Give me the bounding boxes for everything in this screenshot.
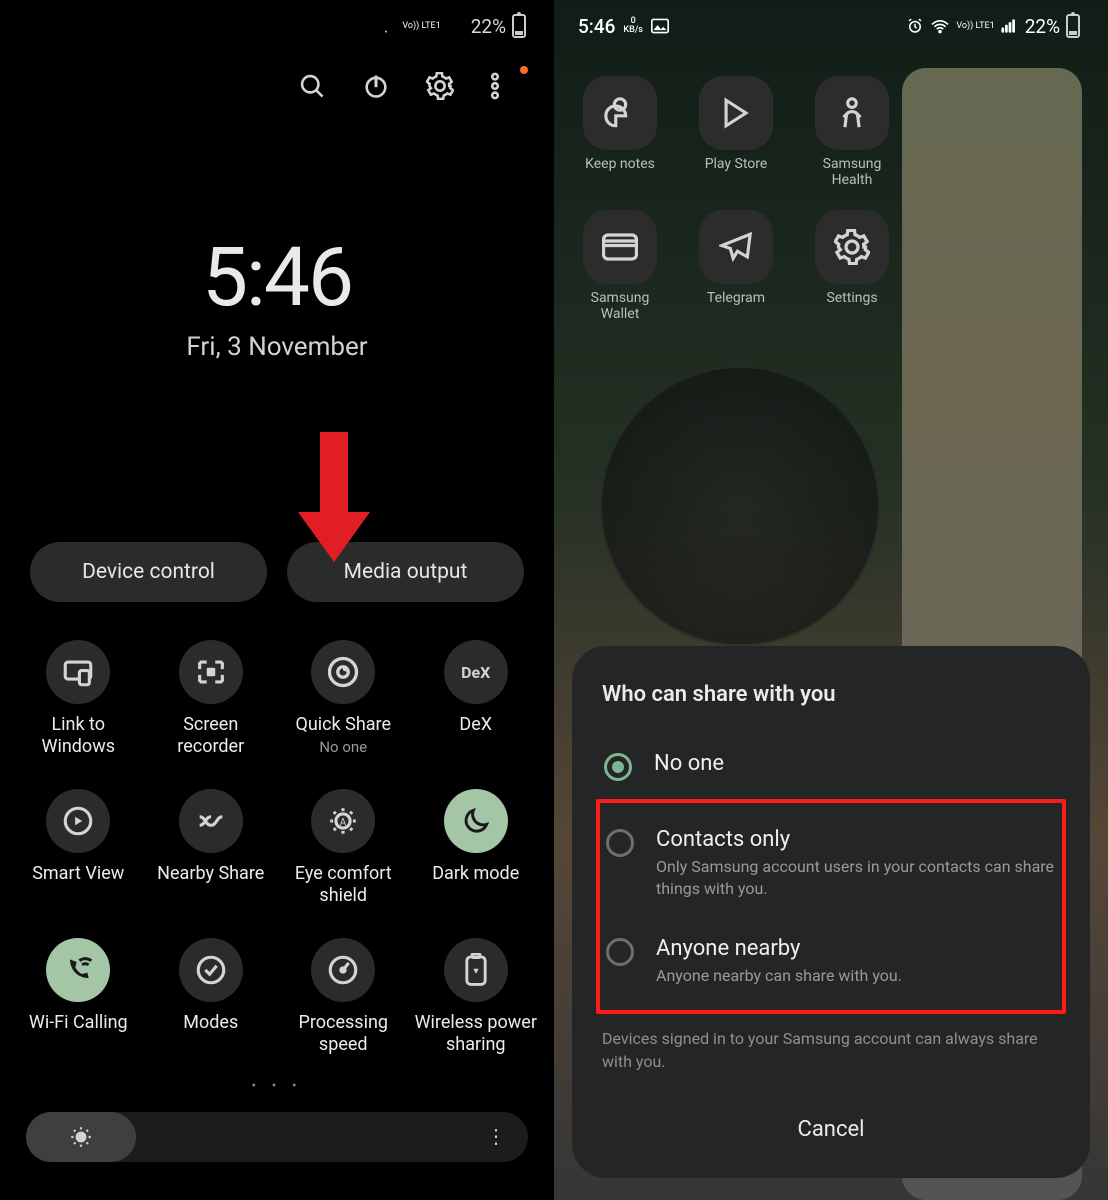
app-keep-notes[interactable]: Keep notes <box>572 76 668 188</box>
lte-indicator: Vo)) LTE1 <box>956 22 994 31</box>
radio-unselected-icon <box>606 938 634 966</box>
app-samsung-health[interactable]: Samsung Health <box>804 76 900 188</box>
clock-widget <box>600 366 880 646</box>
app-play-store[interactable]: Play Store <box>688 76 784 188</box>
tile-smart-view[interactable]: Smart View <box>12 789 145 906</box>
data-speed: 0KB/s <box>623 17 643 35</box>
battery-pct: 22% <box>471 15 506 38</box>
clock-area: 5:46 Fri, 3 November <box>0 230 554 362</box>
annotation-arrow <box>298 432 358 572</box>
tile-modes[interactable]: Modes <box>145 938 278 1055</box>
battery-icon <box>512 14 526 38</box>
tile-quick-share[interactable]: Quick ShareNo one <box>277 640 410 757</box>
quick-settings-panel: Vo)) LTE1 22% 5:46 Fri, 3 November Devic… <box>0 0 554 1200</box>
status-bar: 5:46 0KB/s Vo)) LTE1 22% <box>554 0 1108 52</box>
app-samsung-wallet[interactable]: Samsung Wallet <box>572 210 668 322</box>
kebab-menu-icon[interactable] <box>490 72 518 100</box>
tile-processing-speed[interactable]: Processing speed <box>277 938 410 1055</box>
lte-indicator: Vo)) LTE1 <box>402 22 440 31</box>
page-indicator: • • • <box>0 1078 554 1094</box>
device-control-button[interactable]: Device control <box>30 542 267 602</box>
quick-share-sheet: Who can share with you No one Contacts o… <box>572 646 1090 1178</box>
picture-icon <box>651 18 669 34</box>
brightness-slider[interactable]: ⋮ <box>26 1112 528 1162</box>
wifi-icon <box>930 18 950 34</box>
option-anyone-nearby[interactable]: Anyone nearby Anyone nearby can share wi… <box>604 918 1058 1005</box>
sheet-title: Who can share with you <box>602 682 1060 707</box>
tile-nearby-share[interactable]: Nearby Share <box>145 789 278 906</box>
brightness-handle[interactable] <box>26 1112 136 1162</box>
alarm-icon <box>906 17 924 35</box>
power-icon[interactable] <box>362 72 390 100</box>
alarm-icon <box>352 17 370 35</box>
panel-top-actions <box>0 52 554 120</box>
brightness-menu-icon[interactable]: ⋮ <box>486 1124 506 1148</box>
cancel-button[interactable]: Cancel <box>602 1107 1060 1152</box>
tile-screen-recorder[interactable]: Screen recorder <box>145 640 278 757</box>
battery-pct: 22% <box>1025 15 1060 38</box>
clock-date: Fri, 3 November <box>0 332 554 362</box>
tile-link-to-windows[interactable]: Link to Windows <box>12 640 145 757</box>
annotation-highlight: Contacts only Only Samsung account users… <box>596 799 1066 1014</box>
status-bar: Vo)) LTE1 22% <box>0 0 554 52</box>
settings-gear-icon[interactable] <box>426 72 454 100</box>
app-telegram[interactable]: Telegram <box>688 210 784 322</box>
radio-unselected-icon <box>606 829 634 857</box>
wifi-icon <box>376 18 396 34</box>
tile-dex[interactable]: DeX DeX <box>410 640 543 757</box>
signal-icon <box>447 18 465 34</box>
tile-wifi-calling[interactable]: Wi-Fi Calling <box>12 938 145 1055</box>
search-icon[interactable] <box>298 72 326 100</box>
sheet-note: Devices signed in to your Samsung accoun… <box>602 1028 1060 1073</box>
tile-wireless-power-sharing[interactable]: Wireless power sharing <box>410 938 543 1055</box>
home-apps: Keep notes Play Store Samsung Health Sam… <box>554 52 1108 322</box>
svg-text:A: A <box>340 817 347 828</box>
status-time: 5:46 <box>578 15 615 38</box>
tile-eye-comfort-shield[interactable]: A Eye comfort shield <box>277 789 410 906</box>
option-no-one[interactable]: No one <box>602 733 1060 799</box>
tile-dark-mode[interactable]: Dark mode <box>410 789 543 906</box>
quick-share-sheet-screen: 5:46 0KB/s Vo)) LTE1 22% Keep notes Play… <box>554 0 1108 1200</box>
app-settings[interactable]: Settings <box>804 210 900 322</box>
battery-icon <box>1066 14 1080 38</box>
option-contacts-only[interactable]: Contacts only Only Samsung account users… <box>604 809 1058 917</box>
clock-time: 5:46 <box>0 230 554 326</box>
radio-selected-icon <box>604 753 632 781</box>
signal-icon <box>1001 18 1019 34</box>
